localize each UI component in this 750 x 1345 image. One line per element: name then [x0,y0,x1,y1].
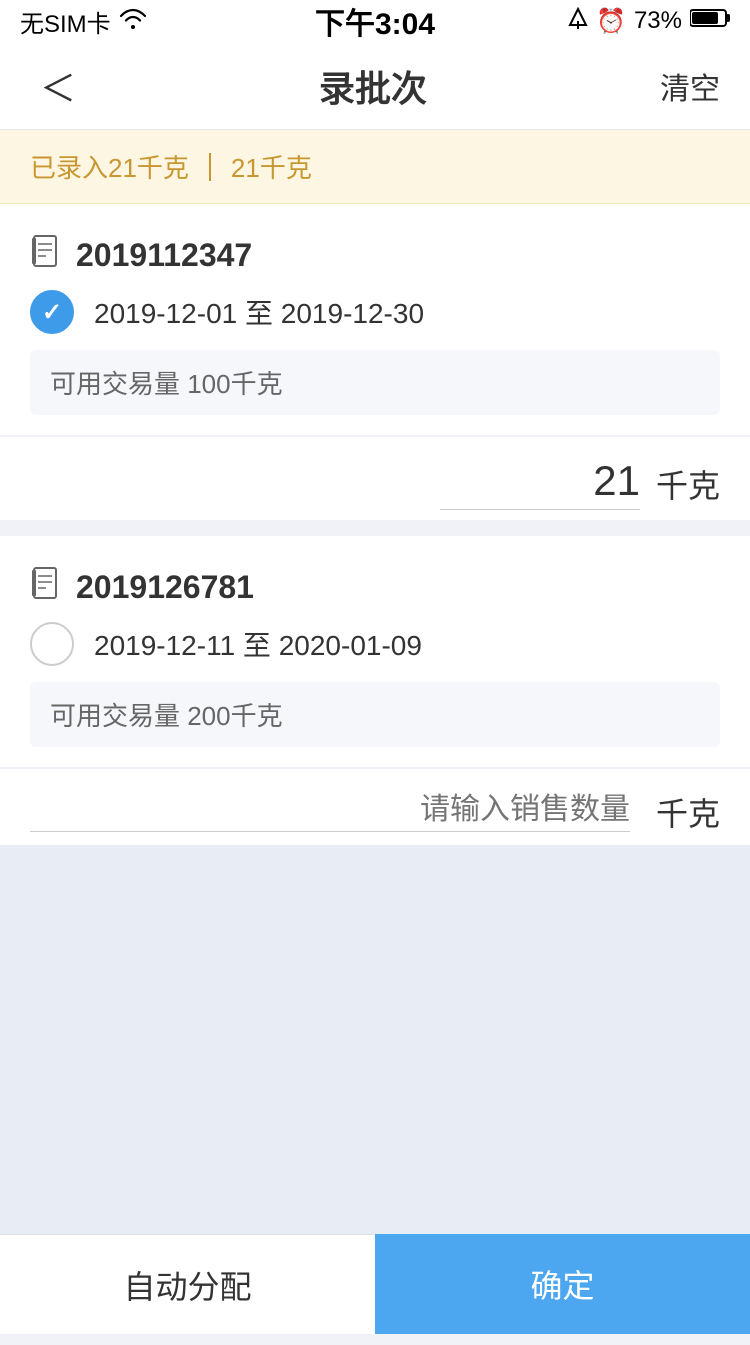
confirm-label: 确定 [530,1261,594,1307]
confirm-button[interactable]: 确定 [375,1234,750,1334]
gray-area [0,845,750,1245]
batch-2-quantity-input[interactable] [30,793,630,827]
batch-1-header: 2019112347 [30,234,720,276]
batch-1-date: 2019-12-01 至 2019-12-30 [94,292,424,332]
batch-1-quantity-row: 21 千克 [0,437,750,520]
batch-2-unit: 千克 [656,789,720,835]
recorded-label: 已录入21千克 [30,148,189,185]
summary-divider [209,153,211,181]
clear-button[interactable]: 清空 [660,64,720,108]
batch-1-quantity-display: 21 [440,457,640,510]
batch-2-radio[interactable] [30,622,74,666]
batch-card-2: 2019126781 2019-12-11 至 2020-01-09 可用交易量… [0,536,750,767]
auto-distribute-label: 自动分配 [123,1262,251,1308]
status-bar: 无SIM卡 下午3:04 ⏰ 73% [0,0,750,42]
batch-2-date-row: 2019-12-11 至 2020-01-09 [30,622,720,666]
batch-2-id: 2019126781 [76,569,254,606]
batch-1-icon [30,234,64,276]
batch-2-input-row: 千克 [0,769,750,845]
battery-text: 73% [634,7,682,35]
status-left: 无SIM卡 [20,4,147,39]
batch-1-radio[interactable] [30,290,74,334]
battery-icon [690,7,730,35]
batch-2-date: 2019-12-11 至 2020-01-09 [94,624,422,664]
batch-1-id: 2019112347 [76,237,252,274]
total-label: 21千克 [231,148,312,185]
location-icon [568,7,588,36]
batch-2-availability: 可用交易量 200千克 [30,682,720,747]
carrier-text: 无SIM卡 [20,4,111,39]
back-button[interactable]: ＜ [30,50,86,122]
summary-banner: 已录入21千克 21千克 [0,130,750,204]
alarm-icon: ⏰ [596,7,626,36]
bottom-bar: 自动分配 确定 [0,1234,750,1334]
nav-bar: ＜ 录批次 清空 [0,42,750,130]
status-right: ⏰ 73% [568,7,730,36]
content-area: 2019112347 2019-12-01 至 2019-12-30 可用交易量… [0,204,750,1345]
batch-1-date-row: 2019-12-01 至 2019-12-30 [30,290,720,334]
batch-card-1: 2019112347 2019-12-01 至 2019-12-30 可用交易量… [0,204,750,435]
batch-2-icon [30,566,64,608]
status-time: 下午3:04 [315,0,435,43]
wifi-icon [119,7,147,36]
page-title: 录批次 [319,60,427,112]
batch-1-unit: 千克 [656,461,720,507]
batch-1-quantity-value: 21 [593,457,640,505]
section-separator-1 [0,520,750,536]
auto-distribute-button[interactable]: 自动分配 [0,1234,375,1334]
batch-2-header: 2019126781 [30,566,720,608]
batch-1-availability: 可用交易量 100千克 [30,350,720,415]
